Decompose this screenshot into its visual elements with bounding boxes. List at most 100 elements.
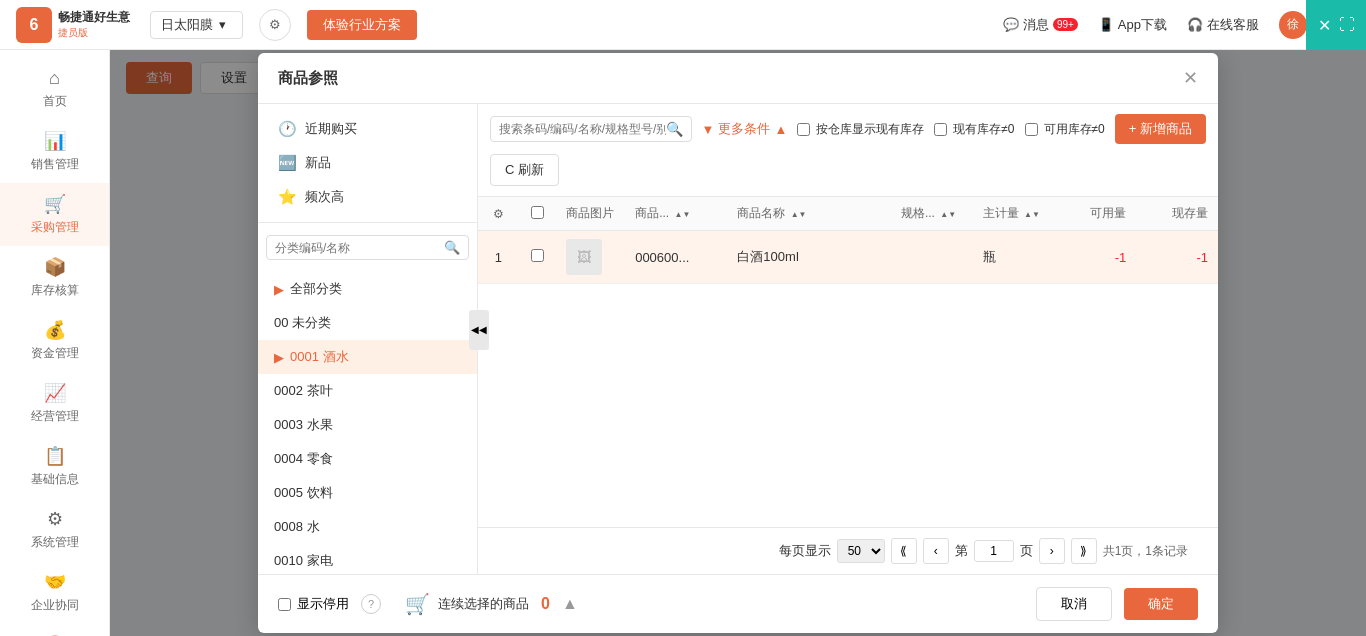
experience-button[interactable]: 体验行业方案 (307, 10, 417, 40)
modal-right-panel: 🔍 ▼ 更多条件 ▲ 按仓库显示现有库存 (478, 104, 1218, 574)
show-disabled-checkbox-label[interactable]: 显示停用 (278, 595, 349, 613)
th-settings[interactable]: ⚙ (478, 197, 519, 231)
category-0004[interactable]: 0004 零食 (258, 442, 477, 476)
avatar: 徐 (1279, 11, 1307, 39)
category-0005[interactable]: 0005 饮料 (258, 476, 477, 510)
th-stock[interactable]: 现存量 (1136, 197, 1218, 231)
recent-buy-nav[interactable]: 🕐 近期购买 (266, 112, 469, 146)
category-0008[interactable]: 0008 水 (258, 510, 477, 544)
product-search-input[interactable] (499, 122, 666, 136)
avail-nonzero-checkbox[interactable] (1025, 123, 1038, 136)
page-next-button[interactable]: › (1039, 538, 1065, 564)
collapse-panel-button[interactable]: ◀◀ (469, 310, 489, 350)
pagination: 每页显示 50 ⟪ ‹ 第 页 › ⟫ 共1页，1条记录 (478, 527, 1218, 574)
category-all[interactable]: ▶ 全部分类 (258, 272, 477, 306)
cart-label: 连续选择的商品 (438, 595, 529, 613)
navbar-right: 💬 消息 99+ 📱 App下载 🎧 在线客服 徐 徐泽华 (1003, 11, 1350, 39)
sidebar-item-finance[interactable]: 💰 资金管理 (0, 309, 109, 372)
enterprise-icon: 🤝 (44, 571, 66, 593)
sidebar-item-basics[interactable]: 📋 基础信息 (0, 435, 109, 498)
avail-nonzero-checkbox-label[interactable]: 可用库存≠0 (1025, 121, 1105, 138)
sidebar-item-home[interactable]: ⌂ 首页 (0, 58, 109, 120)
messages-badge: 99+ (1053, 18, 1078, 31)
refresh-product-button[interactable]: C 刷新 (490, 154, 559, 186)
modal-nav: 🕐 近期购买 🆕 新品 ⭐ 频次高 (258, 112, 477, 214)
purchase-icon: 🛒 (44, 193, 66, 215)
sidebar-item-system[interactable]: ⚙ 系统管理 (0, 498, 109, 561)
confirm-button[interactable]: 确定 (1124, 588, 1198, 620)
recent-buy-icon: 🕐 (278, 120, 297, 138)
category-search-input[interactable] (275, 241, 444, 255)
inventory-icon: 📦 (44, 256, 66, 278)
basics-icon: 📋 (44, 445, 66, 467)
sidebar-item-purchase[interactable]: 🛒 采购管理 (0, 183, 109, 246)
sidebar-item-enterprise[interactable]: 🤝 企业协同 (0, 561, 109, 624)
category-0001[interactable]: ▶ 0001 酒水 (258, 340, 477, 374)
show-disabled-checkbox[interactable] (278, 598, 291, 611)
category-0010[interactable]: 0010 家电 (258, 544, 477, 566)
search-icon: 🔍 (666, 121, 683, 137)
cancel-button[interactable]: 取消 (1036, 587, 1112, 621)
product-table: ⚙ 商品图片 商品... ▲▼ 商品名称 (478, 197, 1218, 284)
modal-body: 🕐 近期购买 🆕 新品 ⭐ 频次高 (258, 104, 1218, 574)
cart-icon[interactable]: 🛒 (405, 592, 430, 616)
product-search-box[interactable]: 🔍 (490, 116, 692, 142)
category-search[interactable]: 🔍 (266, 235, 469, 260)
page-size-label: 每页显示 (779, 542, 831, 560)
select-all-checkbox[interactable] (531, 206, 544, 219)
th-checkbox[interactable] (519, 197, 556, 231)
sidebar-item-operations[interactable]: 📈 经营管理 (0, 372, 109, 435)
navbar: 6 畅捷通好生意 捷员版 日太阳膜 ▾ ⚙ 体验行业方案 💬 消息 99+ 📱 … (0, 0, 1366, 50)
sort-code-icon: ▲▼ (675, 210, 691, 219)
category-tree: ▶ 全部分类 00 未分类 ▶ 0001 酒水 0002 茶 (258, 268, 477, 566)
online-service-item[interactable]: 🎧 在线客服 (1187, 16, 1259, 34)
company-selector[interactable]: 日太阳膜 ▾ (150, 11, 243, 39)
chevron-up-icon: ▲ (774, 122, 787, 137)
page-size-select[interactable]: 50 (837, 539, 885, 563)
row-name: 白酒100ml (727, 231, 891, 284)
category-0003[interactable]: 0003 水果 (258, 408, 477, 442)
teal-area: ✕ ⛶ (1306, 0, 1366, 50)
th-unit[interactable]: 主计量 ▲▼ (973, 197, 1055, 231)
category-00[interactable]: 00 未分类 (258, 306, 477, 340)
page-number-input[interactable] (974, 540, 1014, 562)
category-0002[interactable]: 0002 茶叶 (258, 374, 477, 408)
freq-high-nav[interactable]: ⭐ 频次高 (266, 180, 469, 214)
filter-more-button[interactable]: ▼ 更多条件 ▲ (702, 120, 788, 138)
headphone-icon: 🎧 (1187, 17, 1203, 32)
th-available[interactable]: 可用量 (1054, 197, 1136, 231)
page-first-button[interactable]: ⟪ (891, 538, 917, 564)
row-unit: 瓶 (973, 231, 1055, 284)
cart-collapse-icon[interactable]: ▲ (562, 595, 578, 613)
page-suffix: 页 (1020, 542, 1033, 560)
row-num: 1 (478, 231, 519, 284)
stock-nonzero-checkbox-label[interactable]: 现有库存≠0 (934, 121, 1014, 138)
sidebar-item-guide[interactable]: 🎯 新手引导 (0, 624, 109, 636)
close-window-icon[interactable]: ✕ (1318, 16, 1331, 35)
stock-nonzero-checkbox[interactable] (934, 123, 947, 136)
th-code[interactable]: 商品... ▲▼ (625, 197, 727, 231)
sidebar: ⌂ 首页 📊 销售管理 🛒 采购管理 📦 库存核算 💰 资金管理 📈 经营管理 … (0, 50, 110, 636)
page-last-button[interactable]: ⟫ (1071, 538, 1097, 564)
app-download-item[interactable]: 📱 App下载 (1098, 16, 1167, 34)
messages-nav-item[interactable]: 💬 消息 99+ (1003, 16, 1078, 34)
row-image: 🖼 (556, 231, 626, 284)
settings-icon[interactable]: ⚙ (259, 9, 291, 41)
total-pages-info: 共1页，1条记录 (1103, 543, 1188, 560)
modal-close-button[interactable]: ✕ (1183, 67, 1198, 89)
sidebar-item-sales[interactable]: 📊 销售管理 (0, 120, 109, 183)
new-product-nav[interactable]: 🆕 新品 (266, 146, 469, 180)
add-product-button[interactable]: + 新增商品 (1115, 114, 1206, 144)
row-checkbox[interactable] (531, 249, 544, 262)
warehouse-checkbox-label[interactable]: 按仓库显示现有库存 (797, 121, 924, 138)
th-spec[interactable]: 规格... ▲▼ (891, 197, 973, 231)
page-prev-button[interactable]: ‹ (923, 538, 949, 564)
main-content: 查询 设置 刷新 商品参照 ✕ 🕐 (110, 50, 1366, 636)
warehouse-checkbox[interactable] (797, 123, 810, 136)
expand-icon[interactable]: ⛶ (1339, 16, 1355, 34)
row-checkbox-cell[interactable] (519, 231, 556, 284)
table-row[interactable]: 1 🖼 000600... 白酒100ml (478, 231, 1218, 284)
sidebar-item-inventory[interactable]: 📦 库存核算 (0, 246, 109, 309)
th-name[interactable]: 商品名称 ▲▼ (727, 197, 891, 231)
help-icon[interactable]: ? (361, 594, 381, 614)
